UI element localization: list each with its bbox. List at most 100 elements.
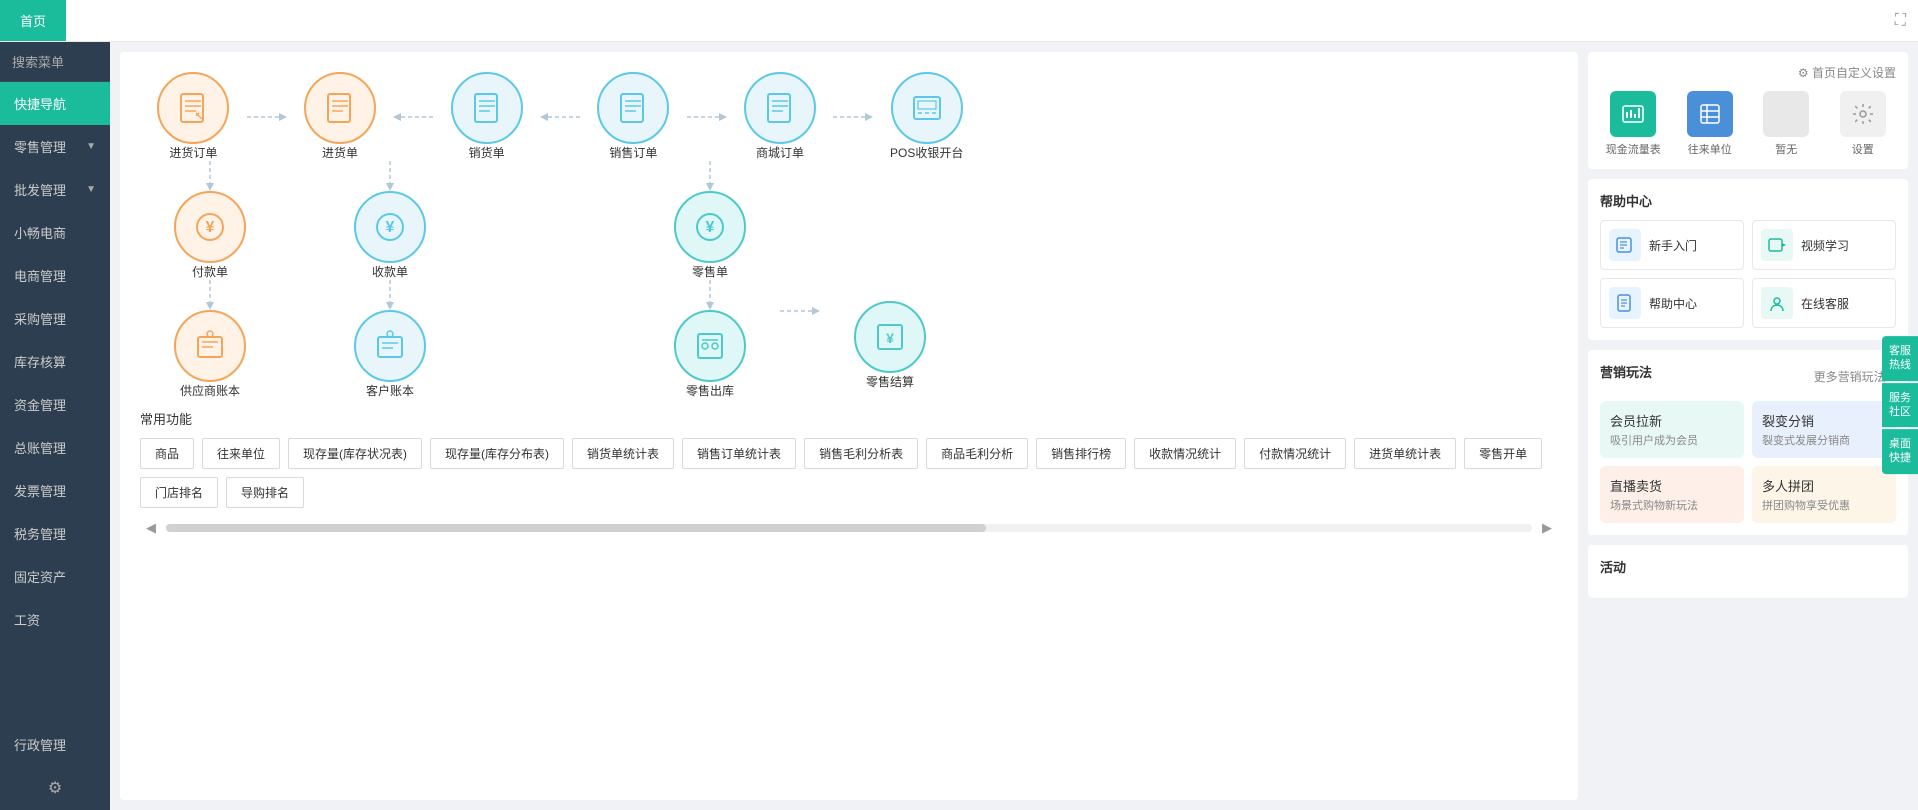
help-item-video[interactable]: 视频学习 (1752, 220, 1896, 270)
retail-order-label: 零售单 (692, 263, 728, 280)
sidebar-item-inventory[interactable]: 库存核算 (0, 340, 110, 383)
sidebar-item-general[interactable]: 总账管理 (0, 426, 110, 469)
retail-out-icon (674, 310, 746, 382)
sidebar-item-admin[interactable]: 行政管理 (0, 723, 110, 766)
svg-text:¥: ¥ (706, 219, 715, 236)
flow-node-sales-order[interactable]: 销售订单 (580, 72, 687, 161)
flow-middle: ¥ 付款单 供应商账本 (140, 161, 980, 399)
customer-icon (354, 310, 426, 382)
btn-store-rank[interactable]: 门店排名 (140, 477, 218, 508)
sidebar-settings-icon[interactable]: ⚙ (0, 766, 110, 810)
purchase-note-icon (304, 72, 376, 144)
arrow-right-retail-settle (780, 301, 820, 321)
svg-text:¥: ¥ (886, 330, 894, 346)
sidebar-item-salary[interactable]: 工资 (0, 598, 110, 641)
flow-node-pos[interactable]: POS收银开台 (873, 72, 980, 161)
live-sub: 场景式购物新玩法 (1610, 497, 1734, 513)
sidebar: 搜索菜单 快捷导航 零售管理 ▼ 批发管理 ▼ 小畅电商 电商管理 采购管理 (0, 42, 110, 810)
btn-sales-order-stat[interactable]: 销售订单统计表 (682, 438, 796, 469)
btn-goods-profit[interactable]: 商品毛利分析 (926, 438, 1028, 469)
marketing-item-group[interactable]: 多人拼团 拼团购物享受优惠 (1752, 466, 1896, 523)
settings-icon (1840, 91, 1886, 137)
payment-label: 付款单 (192, 263, 228, 280)
sidebar-item-purchase[interactable]: 采购管理 (0, 297, 110, 340)
chevron-down-icon: ▼ (86, 141, 96, 152)
sidebar-item-tax[interactable]: 税务管理 (0, 512, 110, 555)
sidebar-item-invoice[interactable]: 发票管理 (0, 469, 110, 512)
sidebar-item-wholesale[interactable]: 批发管理 ▼ (0, 168, 110, 211)
float-btn-community[interactable]: 服务 社区 (1882, 383, 1918, 428)
sidebar-item-finance[interactable]: 资金管理 (0, 383, 110, 426)
sidebar-item-assets[interactable]: 固定资产 (0, 555, 110, 598)
flow-node-mall-order[interactable]: 商城订单 (727, 72, 834, 161)
sidebar-bottom: 行政管理 ⚙ (0, 723, 110, 810)
btn-sales-stat[interactable]: 销货单统计表 (572, 438, 674, 469)
cash-flow-icon (1610, 91, 1656, 137)
search-menu[interactable]: 搜索菜单 (0, 42, 110, 82)
tab-home[interactable]: 首页 (0, 0, 66, 41)
btn-goods[interactable]: 商品 (140, 438, 194, 469)
arrow-left-2 (393, 81, 433, 153)
group-title: 多人拼团 (1762, 476, 1886, 495)
common-functions-title: 常用功能 (140, 409, 1558, 428)
sidebar-item-quick-nav[interactable]: 快捷导航 (0, 82, 110, 125)
btn-retail-order[interactable]: 零售开单 (1464, 438, 1542, 469)
flow-node-sales-note[interactable]: 销货单 (433, 72, 540, 161)
btn-sales-profit[interactable]: 销售毛利分析表 (804, 438, 918, 469)
btn-stock-dist[interactable]: 现存量(库存分布表) (430, 438, 564, 469)
sidebar-item-quick-nav-label: 快捷导航 (14, 94, 66, 113)
sidebar-item-retail-label: 零售管理 (14, 137, 66, 156)
btn-purchase-stat[interactable]: 进货单统计表 (1354, 438, 1456, 469)
activity-title: 活动 (1600, 557, 1896, 576)
sidebar-item-retail[interactable]: 零售管理 ▼ (0, 125, 110, 168)
flow-node-purchase-note[interactable]: 进货单 (287, 72, 394, 161)
btn-payment-stat[interactable]: 付款情况统计 (1244, 438, 1346, 469)
arrow-left-3 (540, 81, 580, 153)
member-title: 会员拉新 (1610, 411, 1734, 430)
quick-item-units[interactable]: 往来单位 (1677, 91, 1744, 157)
activity: 活动 (1588, 545, 1908, 598)
help-item-service[interactable]: 在线客服 (1752, 278, 1896, 328)
sidebar-item-finance-label: 资金管理 (14, 395, 66, 414)
service-label: 在线客服 (1801, 295, 1849, 312)
beginner-label: 新手入门 (1649, 237, 1697, 254)
purchase-order-icon (157, 72, 229, 144)
marketing-item-live[interactable]: 直播卖货 场景式购物新玩法 (1600, 466, 1744, 523)
retail-settle-icon: ¥ (854, 301, 926, 373)
flow-node-purchase-order[interactable]: 进货订单 (140, 72, 247, 161)
col-5-retail-settle: ¥ 零售结算 (820, 301, 960, 390)
quick-item-none[interactable]: 暂无 (1753, 91, 1820, 157)
mall-order-label: 商城订单 (756, 144, 804, 161)
sidebar-item-xiaochang[interactable]: 小畅电商 (0, 211, 110, 254)
help-item-beginner[interactable]: 新手入门 (1600, 220, 1744, 270)
btn-stock-status[interactable]: 现存量(库存状况表) (288, 438, 422, 469)
top-bar: 首页 ⛶ (0, 0, 1918, 42)
customer-label: 客户账本 (366, 382, 414, 399)
btn-units[interactable]: 往来单位 (202, 438, 280, 469)
float-btn-customer-service[interactable]: 客服 热线 (1882, 336, 1918, 381)
purchase-note-label: 进货单 (322, 144, 358, 161)
quick-settings[interactable]: ⚙ 首页自定义设置 (1798, 64, 1896, 81)
help-center-title: 帮助中心 (1600, 191, 1896, 210)
btn-guide-rank[interactable]: 导购排名 (226, 477, 304, 508)
sidebar-item-salary-label: 工资 (14, 610, 40, 629)
sidebar-item-xiaochang-label: 小畅电商 (14, 223, 66, 242)
marketing-item-member[interactable]: 会员拉新 吸引用户成为会员 (1600, 401, 1744, 458)
common-functions: 常用功能 商品 往来单位 现存量(库存状况表) 现存量(库存分布表) 销货单统计… (140, 409, 1558, 508)
tab-bar: 首页 (0, 0, 66, 41)
purchase-order-label: 进货订单 (169, 144, 217, 161)
sidebar-item-ecommerce[interactable]: 电商管理 (0, 254, 110, 297)
help-item-help[interactable]: 帮助中心 (1600, 278, 1744, 328)
expand-button[interactable]: ⛶ (1883, 0, 1918, 41)
marketing-item-fission[interactable]: 裂变分销 裂变式发展分销商 (1752, 401, 1896, 458)
scroll-right-arrow[interactable]: ▶ (1536, 518, 1558, 538)
chevron-down-icon: ▼ (86, 184, 96, 195)
float-btn-desktop[interactable]: 桌面 快捷 (1882, 429, 1918, 474)
scroll-left-arrow[interactable]: ◀ (140, 518, 162, 538)
quick-item-cash-flow[interactable]: 现金流量表 (1600, 91, 1667, 157)
btn-sales-rank[interactable]: 销售排行榜 (1036, 438, 1126, 469)
quick-item-settings[interactable]: 设置 (1830, 91, 1897, 157)
btn-receipt-stat[interactable]: 收款情况统计 (1134, 438, 1236, 469)
col-4: ¥ 零售单 零售出库 (640, 161, 780, 399)
scroll-track[interactable] (166, 524, 1532, 532)
